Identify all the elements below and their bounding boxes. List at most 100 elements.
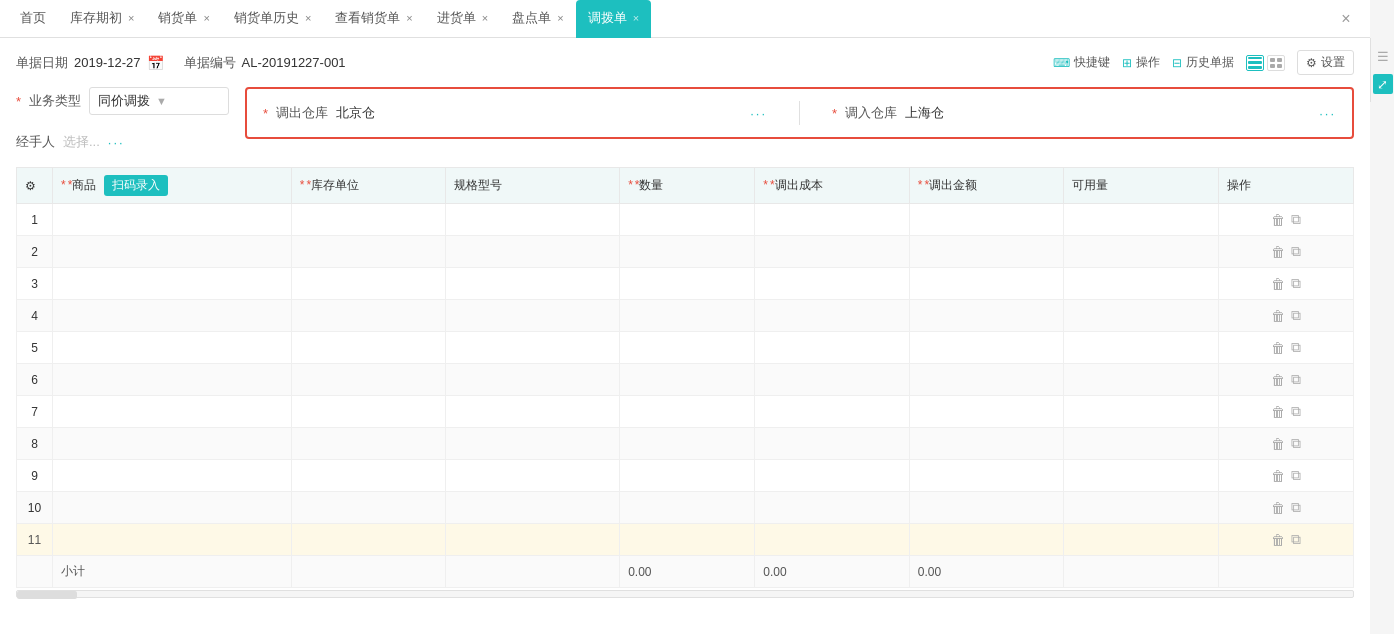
delete-icon-11[interactable]: 🗑: [1271, 532, 1285, 548]
cost-cell-5[interactable]: [755, 332, 909, 364]
copy-icon-11[interactable]: ⧉: [1291, 531, 1301, 548]
tab-transfer-close[interactable]: ×: [633, 12, 639, 24]
th-settings[interactable]: ⚙: [17, 168, 53, 204]
qty-cell-11[interactable]: [620, 524, 755, 556]
qty-cell-7[interactable]: [620, 396, 755, 428]
product-cell-5[interactable]: [53, 332, 292, 364]
product-cell-9[interactable]: [53, 460, 292, 492]
copy-icon-1[interactable]: ⧉: [1291, 211, 1301, 228]
unit-cell-8[interactable]: [291, 428, 445, 460]
unit-cell-11[interactable]: [291, 524, 445, 556]
spec-cell-7[interactable]: [446, 396, 620, 428]
available-cell-3[interactable]: [1064, 268, 1218, 300]
qty-cell-4[interactable]: [620, 300, 755, 332]
cost-cell-6[interactable]: [755, 364, 909, 396]
calendar-icon[interactable]: 📅: [147, 55, 164, 71]
available-cell-5[interactable]: [1064, 332, 1218, 364]
copy-icon-3[interactable]: ⧉: [1291, 275, 1301, 292]
delete-icon-10[interactable]: 🗑: [1271, 500, 1285, 516]
copy-icon-5[interactable]: ⧉: [1291, 339, 1301, 356]
spec-cell-6[interactable]: [446, 364, 620, 396]
amount-cell-2[interactable]: [909, 236, 1063, 268]
transfer-out-more-icon[interactable]: ···: [750, 106, 767, 121]
business-type-select[interactable]: 同价调拨 ▼: [89, 87, 229, 115]
unit-cell-3[interactable]: [291, 268, 445, 300]
sidebar-expand-icon[interactable]: ⤢: [1373, 74, 1393, 94]
available-cell-10[interactable]: [1064, 492, 1218, 524]
settings-button[interactable]: ⚙ 设置: [1297, 50, 1354, 75]
unit-cell-7[interactable]: [291, 396, 445, 428]
window-close-button[interactable]: ×: [1330, 3, 1362, 35]
qty-cell-2[interactable]: [620, 236, 755, 268]
delete-icon-5[interactable]: 🗑: [1271, 340, 1285, 356]
available-cell-4[interactable]: [1064, 300, 1218, 332]
amount-cell-10[interactable]: [909, 492, 1063, 524]
tab-stocktake[interactable]: 盘点单 ×: [500, 0, 575, 38]
spec-cell-3[interactable]: [446, 268, 620, 300]
unit-cell-2[interactable]: [291, 236, 445, 268]
cost-cell-1[interactable]: [755, 204, 909, 236]
tab-purchase-close[interactable]: ×: [482, 12, 488, 24]
copy-icon-4[interactable]: ⧉: [1291, 307, 1301, 324]
amount-cell-5[interactable]: [909, 332, 1063, 364]
available-cell-6[interactable]: [1064, 364, 1218, 396]
amount-cell-6[interactable]: [909, 364, 1063, 396]
tab-transfer[interactable]: 调拨单 ×: [576, 0, 651, 38]
layout-list-icon[interactable]: [1246, 55, 1264, 71]
spec-cell-2[interactable]: [446, 236, 620, 268]
available-cell-7[interactable]: [1064, 396, 1218, 428]
spec-cell-5[interactable]: [446, 332, 620, 364]
qty-cell-9[interactable]: [620, 460, 755, 492]
spec-cell-4[interactable]: [446, 300, 620, 332]
qty-cell-10[interactable]: [620, 492, 755, 524]
product-cell-1[interactable]: [53, 204, 292, 236]
tab-sales-history[interactable]: 销货单历史 ×: [222, 0, 323, 38]
qty-cell-1[interactable]: [620, 204, 755, 236]
spec-cell-8[interactable]: [446, 428, 620, 460]
product-cell-7[interactable]: [53, 396, 292, 428]
unit-cell-10[interactable]: [291, 492, 445, 524]
tab-view-sales[interactable]: 查看销货单 ×: [323, 0, 424, 38]
amount-cell-8[interactable]: [909, 428, 1063, 460]
product-cell-8[interactable]: [53, 428, 292, 460]
cost-cell-8[interactable]: [755, 428, 909, 460]
copy-icon-10[interactable]: ⧉: [1291, 499, 1301, 516]
transfer-in-more-icon[interactable]: ···: [1319, 106, 1336, 121]
cost-cell-11[interactable]: [755, 524, 909, 556]
qty-cell-3[interactable]: [620, 268, 755, 300]
shortcuts-btn[interactable]: ⌨ 快捷键: [1053, 54, 1110, 71]
amount-cell-3[interactable]: [909, 268, 1063, 300]
copy-icon-7[interactable]: ⧉: [1291, 403, 1301, 420]
operations-btn[interactable]: ⊞ 操作: [1122, 54, 1160, 71]
product-cell-10[interactable]: [53, 492, 292, 524]
delete-icon-1[interactable]: 🗑: [1271, 212, 1285, 228]
product-cell-3[interactable]: [53, 268, 292, 300]
delete-icon-9[interactable]: 🗑: [1271, 468, 1285, 484]
spec-cell-11[interactable]: [446, 524, 620, 556]
cost-cell-3[interactable]: [755, 268, 909, 300]
cost-cell-9[interactable]: [755, 460, 909, 492]
unit-cell-4[interactable]: [291, 300, 445, 332]
scrollbar-thumb[interactable]: [17, 591, 77, 599]
amount-cell-7[interactable]: [909, 396, 1063, 428]
amount-cell-9[interactable]: [909, 460, 1063, 492]
tab-home[interactable]: 首页: [8, 0, 58, 38]
unit-cell-1[interactable]: [291, 204, 445, 236]
amount-cell-1[interactable]: [909, 204, 1063, 236]
qty-cell-6[interactable]: [620, 364, 755, 396]
unit-cell-6[interactable]: [291, 364, 445, 396]
spec-cell-9[interactable]: [446, 460, 620, 492]
delete-icon-7[interactable]: 🗑: [1271, 404, 1285, 420]
gear-icon[interactable]: ⚙: [25, 179, 36, 193]
product-cell-4[interactable]: [53, 300, 292, 332]
amount-cell-4[interactable]: [909, 300, 1063, 332]
delete-icon-4[interactable]: 🗑: [1271, 308, 1285, 324]
amount-cell-11[interactable]: [909, 524, 1063, 556]
tab-sales-history-close[interactable]: ×: [305, 12, 311, 24]
cost-cell-10[interactable]: [755, 492, 909, 524]
copy-icon-2[interactable]: ⧉: [1291, 243, 1301, 260]
tab-stocktake-close[interactable]: ×: [557, 12, 563, 24]
available-cell-2[interactable]: [1064, 236, 1218, 268]
tab-sales-order[interactable]: 销货单 ×: [146, 0, 221, 38]
copy-icon-6[interactable]: ⧉: [1291, 371, 1301, 388]
